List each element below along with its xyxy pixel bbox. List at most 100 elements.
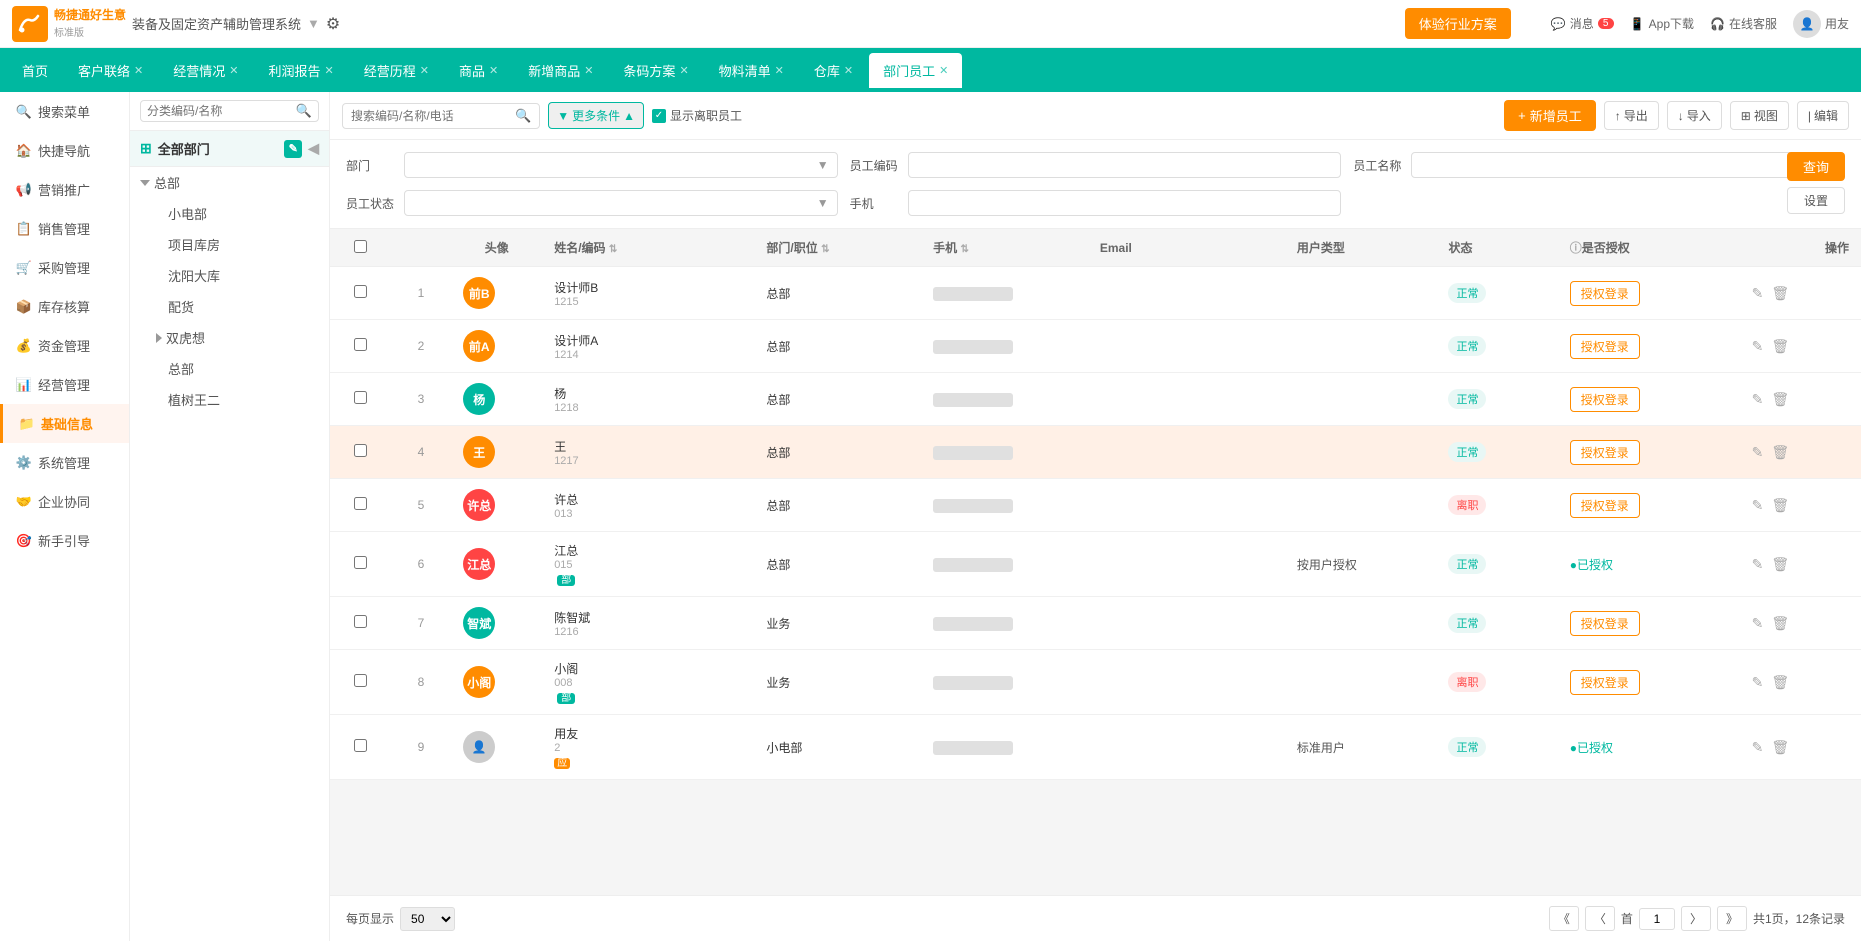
col-phone-header[interactable]: 手机 ⇅ — [921, 229, 1088, 267]
edit-dept-icon[interactable]: ✎ — [284, 140, 302, 158]
prev-page-button[interactable]: 〈 — [1585, 906, 1615, 931]
edit-row-icon[interactable]: ✎ — [1752, 285, 1764, 302]
nav-tab-close[interactable]: ✕ — [844, 64, 853, 77]
delete-row-icon[interactable]: 🗑 — [1771, 739, 1789, 756]
show-resigned-toggle[interactable]: ✓ 显示离职员工 — [652, 107, 742, 124]
dept-node-植树王二[interactable]: 植树王二 — [130, 384, 329, 415]
per-page-select[interactable]: 50 100 — [400, 907, 455, 931]
dept-node-配货[interactable]: 配货 — [130, 291, 329, 322]
nav-tab-close[interactable]: ✕ — [420, 64, 429, 77]
delete-row-icon[interactable]: 🗑 — [1771, 674, 1789, 691]
user-profile-item[interactable]: 👤 用友 — [1793, 10, 1849, 38]
nav-tab-条码方案[interactable]: 条码方案✕ — [609, 53, 702, 88]
edit-row-icon[interactable]: ✎ — [1752, 674, 1764, 691]
edit-row-icon[interactable]: ✎ — [1752, 556, 1764, 573]
edit-row-icon[interactable]: ✎ — [1752, 497, 1764, 514]
dept-node-沈阳大库[interactable]: 沈阳大库 — [130, 260, 329, 291]
next-page-button[interactable]: 〉 — [1681, 906, 1711, 931]
delete-row-icon[interactable]: 🗑 — [1771, 556, 1789, 573]
gear-button[interactable]: ⚙ — [326, 14, 340, 34]
collapse-icon[interactable]: ◀ — [308, 140, 319, 157]
dept-node-总部[interactable]: 总部 — [130, 353, 329, 384]
sidebar-item-operations[interactable]: 📊经营管理 — [0, 365, 129, 404]
row-checkbox-cell[interactable] — [330, 715, 391, 780]
message-item[interactable]: 💬 消息 5 — [1551, 15, 1614, 32]
sidebar-item-guide[interactable]: 🎯新手引导 — [0, 521, 129, 560]
row-checkbox-cell[interactable] — [330, 320, 391, 373]
view-type-button[interactable]: ⊞ 视图 — [1730, 101, 1789, 130]
show-resigned-checkbox[interactable]: ✓ — [652, 109, 666, 123]
dept-all-item[interactable]: ⊞ 全部部门 ✎ ◀ — [130, 131, 329, 167]
dept-node-项目库房[interactable]: 项目库房 — [130, 229, 329, 260]
edit-row-icon[interactable]: ✎ — [1752, 391, 1764, 408]
row-checkbox[interactable] — [354, 674, 367, 687]
row-checkbox-cell[interactable] — [330, 532, 391, 597]
empcode-input[interactable] — [908, 152, 1342, 178]
nav-tab-close[interactable]: ✕ — [775, 64, 784, 77]
trial-button[interactable]: 体验行业方案 — [1405, 8, 1511, 39]
row-checkbox-cell[interactable] — [330, 479, 391, 532]
delete-row-icon[interactable]: 🗑 — [1771, 497, 1789, 514]
delete-row-icon[interactable]: 🗑 — [1771, 444, 1789, 461]
search-button[interactable]: 查询 — [1787, 152, 1845, 181]
dept-search-wrap[interactable]: 🔍 — [140, 100, 319, 122]
nav-tab-经营情况[interactable]: 经营情况✕ — [159, 53, 252, 88]
sidebar-item-quicknav[interactable]: 🏠快捷导航 — [0, 131, 129, 170]
col-dept-header[interactable]: 部门/职位 ⇅ — [754, 229, 921, 267]
employee-search-input[interactable] — [351, 109, 511, 123]
nav-tab-经营历程[interactable]: 经营历程✕ — [350, 53, 443, 88]
online-service-item[interactable]: 🎧 在线客服 — [1710, 15, 1777, 32]
sidebar-item-inventory[interactable]: 📦库存核算 — [0, 287, 129, 326]
empstatus-select[interactable]: ▼ — [404, 190, 838, 216]
system-dropdown-icon[interactable]: ▼ — [307, 16, 320, 31]
row-checkbox-cell[interactable] — [330, 597, 391, 650]
export-button[interactable]: ↑ 导出 — [1604, 101, 1659, 130]
auth-login-button[interactable]: 授权登录 — [1570, 281, 1640, 306]
sidebar-item-marketing[interactable]: 📢营销推广 — [0, 170, 129, 209]
nav-tab-客户联络[interactable]: 客户联络✕ — [64, 53, 157, 88]
row-checkbox[interactable] — [354, 444, 367, 457]
sidebar-item-search[interactable]: 🔍搜索菜单 — [0, 92, 129, 131]
delete-row-icon[interactable]: 🗑 — [1771, 391, 1789, 408]
dept-search-input[interactable] — [147, 104, 296, 118]
edit-row-icon[interactable]: ✎ — [1752, 338, 1764, 355]
row-checkbox-cell[interactable] — [330, 373, 391, 426]
row-checkbox[interactable] — [354, 285, 367, 298]
col-check-header[interactable] — [330, 229, 391, 267]
row-checkbox[interactable] — [354, 497, 367, 510]
nav-tab-首页[interactable]: 首页 — [8, 53, 62, 88]
nav-tab-close[interactable]: ✕ — [939, 64, 948, 77]
app-download-item[interactable]: 📱 App下载 — [1630, 15, 1694, 32]
auth-login-button[interactable]: 授权登录 — [1570, 611, 1640, 636]
auth-login-button[interactable]: 授权登录 — [1570, 493, 1640, 518]
row-checkbox[interactable] — [354, 615, 367, 628]
last-page-button[interactable]: 》 — [1717, 906, 1747, 931]
sidebar-item-sales[interactable]: 📋销售管理 — [0, 209, 129, 248]
dept-node-双虎想[interactable]: 双虎想 — [130, 322, 329, 353]
empname-input[interactable] — [1411, 152, 1845, 178]
row-checkbox[interactable] — [354, 391, 367, 404]
nav-tab-close[interactable]: ✕ — [325, 64, 334, 77]
dept-node-总部[interactable]: 总部 — [130, 167, 329, 198]
nav-tab-close[interactable]: ✕ — [489, 64, 498, 77]
delete-row-icon[interactable]: 🗑 — [1771, 338, 1789, 355]
auth-login-button[interactable]: 授权登录 — [1570, 440, 1640, 465]
nav-tab-物料清单[interactable]: 物料清单✕ — [705, 53, 798, 88]
edit-row-icon[interactable]: ✎ — [1752, 615, 1764, 632]
add-employee-button[interactable]: + 新增员工 — [1504, 100, 1596, 131]
nav-tab-仓库[interactable]: 仓库✕ — [800, 53, 867, 88]
col-name-header[interactable]: 姓名/编码 ⇅ — [542, 229, 754, 267]
nav-tab-部门员工[interactable]: 部门员工✕ — [869, 53, 962, 88]
nav-tab-利润报告[interactable]: 利润报告✕ — [254, 53, 347, 88]
nav-tab-close[interactable]: ✕ — [134, 64, 143, 77]
nav-tab-新增商品[interactable]: 新增商品✕ — [514, 53, 607, 88]
reset-button[interactable]: 设置 — [1787, 187, 1845, 214]
auth-login-button[interactable]: 授权登录 — [1570, 387, 1640, 412]
nav-tab-close[interactable]: ✕ — [679, 64, 688, 77]
import-button[interactable]: ↓ 导入 — [1667, 101, 1722, 130]
more-conditions-button[interactable]: ▼ 更多条件 ▲ — [548, 102, 644, 129]
sidebar-item-basic[interactable]: 📁基础信息 — [0, 404, 129, 443]
auth-login-button[interactable]: 授权登录 — [1570, 670, 1640, 695]
search-input-wrap[interactable]: 🔍 — [342, 103, 540, 129]
sidebar-item-collab[interactable]: 🤝企业协同 — [0, 482, 129, 521]
